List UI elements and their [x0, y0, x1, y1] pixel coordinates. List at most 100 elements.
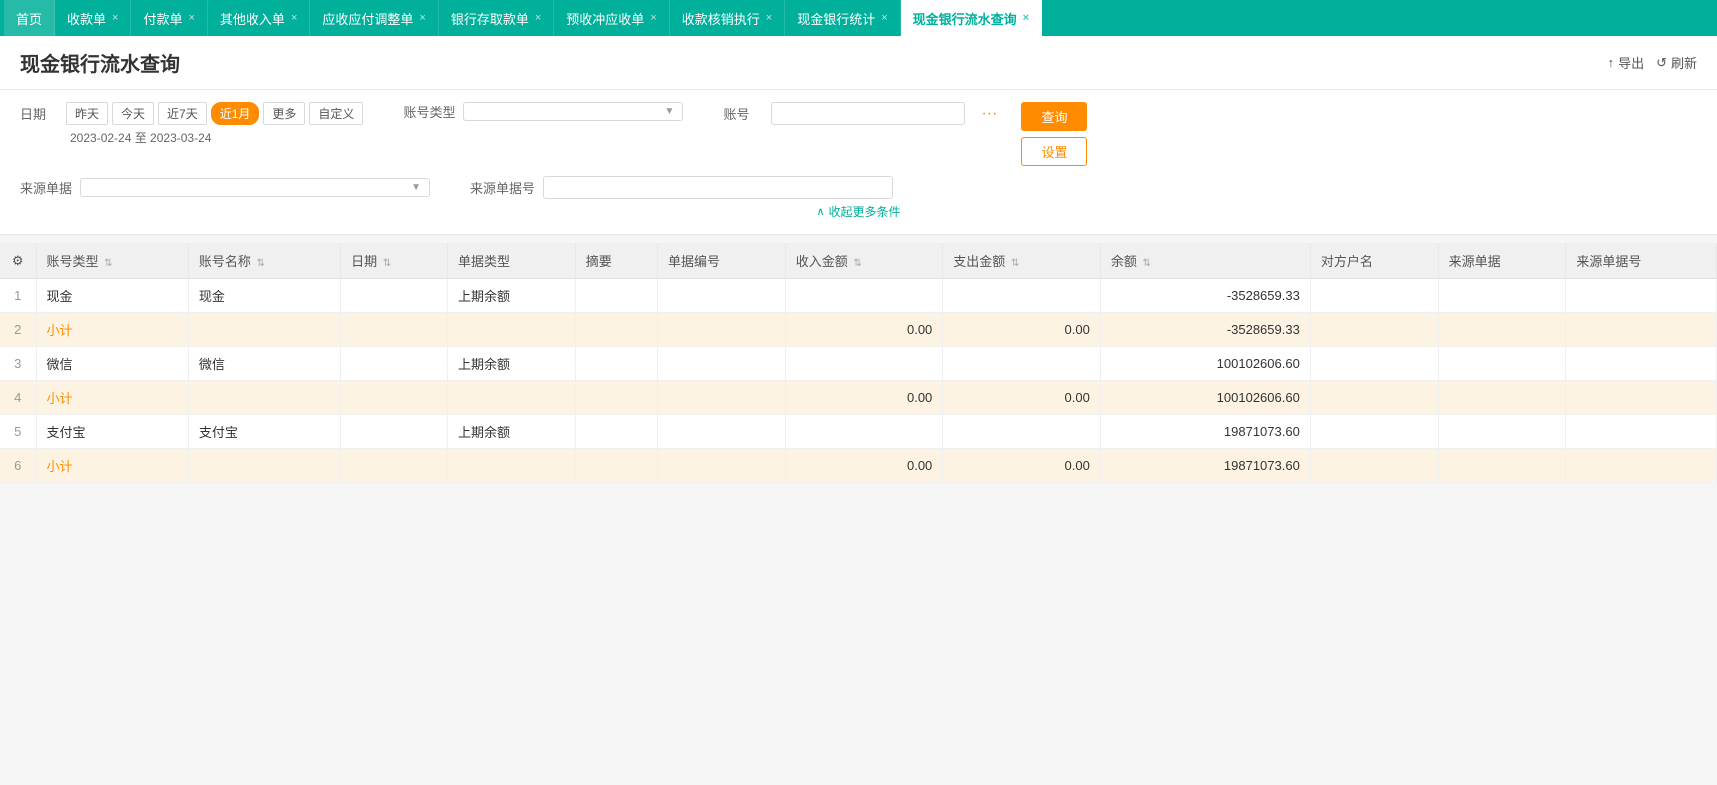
nav-tab-bank-flow[interactable]: 现金银行流水查询 × — [901, 0, 1042, 36]
nav-tab-writeoff-close[interactable]: × — [766, 12, 772, 24]
th-source-doc-no-label: 来源单据号 — [1576, 254, 1641, 269]
nav-tab-receipt[interactable]: 收款单 × — [55, 0, 131, 36]
td-expense — [943, 279, 1101, 313]
th-expense[interactable]: 支出金额 ⇅ — [943, 243, 1101, 279]
td-doc_type: 上期余额 — [447, 415, 575, 449]
nav-tab-writeoff-label: 收款核销执行 — [682, 9, 760, 28]
nav-tab-ar-ap-adjust[interactable]: 应收应付调整单 × — [310, 0, 438, 36]
export-button[interactable]: ↑ 导出 — [1608, 53, 1645, 72]
nav-tab-prepay[interactable]: 预收冲应收单 × — [554, 0, 669, 36]
td-doc_no — [658, 381, 786, 415]
account-type-label: 账号类型 — [403, 102, 455, 121]
table-row: 5支付宝支付宝上期余额19871073.60 — [0, 415, 1717, 449]
td-account_name — [188, 449, 340, 483]
account-dots-button[interactable]: ··· — [981, 105, 997, 123]
td-num: 5 — [0, 415, 36, 449]
td-doc_type — [447, 381, 575, 415]
query-button[interactable]: 查询 — [1021, 102, 1087, 131]
nav-tab-bank-deposit-close[interactable]: × — [535, 12, 541, 24]
nav-tab-bank-stat-close[interactable]: × — [881, 12, 887, 24]
th-income[interactable]: 收入金额 ⇅ — [785, 243, 943, 279]
td-doc_no — [658, 449, 786, 483]
nav-tab-bank-flow-label: 现金银行流水查询 — [913, 9, 1017, 28]
td-summary — [575, 347, 657, 381]
td-counterpart — [1310, 279, 1438, 313]
td-summary — [575, 415, 657, 449]
td-doc_type: 上期余额 — [447, 347, 575, 381]
nav-tab-payment-label: 付款单 — [143, 9, 182, 28]
nav-tab-bank-flow-close[interactable]: × — [1023, 12, 1029, 24]
td-balance: 19871073.60 — [1100, 415, 1310, 449]
th-counterpart-label: 对方户名 — [1321, 254, 1373, 269]
nav-tab-payment-close[interactable]: × — [188, 12, 194, 24]
td-doc_no — [658, 415, 786, 449]
nav-tab-other-income[interactable]: 其他收入单 × — [208, 0, 310, 36]
page-title: 现金银行流水查询 — [20, 48, 180, 77]
date-filter-label: 日期 — [20, 104, 60, 123]
th-gear[interactable]: ⚙ — [0, 243, 36, 279]
source-doc-select[interactable]: ▼ — [80, 178, 430, 197]
nav-tab-receipt-close[interactable]: × — [112, 12, 118, 24]
nav-tab-payment[interactable]: 付款单 × — [131, 0, 207, 36]
td-num: 1 — [0, 279, 36, 313]
td-expense — [943, 347, 1101, 381]
nav-tab-bank-stat-label: 现金银行统计 — [797, 9, 875, 28]
td-account_type: 小计 — [36, 449, 188, 483]
nav-tab-bank-deposit[interactable]: 银行存取款单 × — [439, 0, 554, 36]
th-source-doc-label: 来源单据 — [1449, 254, 1501, 269]
td-summary — [575, 279, 657, 313]
td-income: 0.00 — [785, 449, 943, 483]
th-account-name-label: 账号名称 — [199, 254, 251, 269]
td-doc_type: 上期余额 — [447, 279, 575, 313]
nav-tab-home-label: 首页 — [16, 9, 42, 28]
source-doc-num-input[interactable] — [552, 180, 884, 195]
th-balance[interactable]: 余额 ⇅ — [1100, 243, 1310, 279]
td-source_doc — [1438, 449, 1566, 483]
td-source_doc — [1438, 381, 1566, 415]
nav-tab-home[interactable]: 首页 — [4, 0, 55, 36]
td-summary — [575, 449, 657, 483]
data-table: ⚙ 账号类型 ⇅ 账号名称 ⇅ 日期 ⇅ 单据类型 摘要 — [0, 243, 1717, 483]
th-doc-no-label: 单据编号 — [668, 254, 720, 269]
nav-tab-other-income-close[interactable]: × — [291, 12, 297, 24]
table-row: 2小计0.000.00-3528659.33 — [0, 313, 1717, 347]
date-btn-more[interactable]: 更多 — [263, 102, 305, 125]
td-counterpart — [1310, 381, 1438, 415]
th-date[interactable]: 日期 ⇅ — [341, 243, 448, 279]
date-btn-custom[interactable]: 自定义 — [309, 102, 363, 125]
refresh-button[interactable]: ↺ 刷新 — [1656, 53, 1697, 72]
th-account-name[interactable]: 账号名称 ⇅ — [188, 243, 340, 279]
td-account_type: 小计 — [36, 313, 188, 347]
th-account-type-sort: ⇅ — [104, 258, 112, 269]
date-btn-1month[interactable]: 近1月 — [211, 102, 260, 125]
th-doc-no: 单据编号 — [658, 243, 786, 279]
th-income-label: 收入金额 — [796, 254, 848, 269]
td-balance: -3528659.33 — [1100, 313, 1310, 347]
td-num: 3 — [0, 347, 36, 381]
td-source_doc — [1438, 347, 1566, 381]
td-counterpart — [1310, 347, 1438, 381]
table-header-row: ⚙ 账号类型 ⇅ 账号名称 ⇅ 日期 ⇅ 单据类型 摘要 — [0, 243, 1717, 279]
td-source_doc — [1438, 313, 1566, 347]
table-row: 6小计0.000.0019871073.60 — [0, 449, 1717, 483]
account-input[interactable] — [780, 106, 956, 121]
date-btn-today[interactable]: 今天 — [112, 102, 154, 125]
td-expense: 0.00 — [943, 449, 1101, 483]
settings-button[interactable]: 设置 — [1021, 137, 1087, 166]
nav-tab-bank-stat[interactable]: 现金银行统计 × — [785, 0, 900, 36]
date-btn-7days[interactable]: 近7天 — [158, 102, 207, 125]
nav-tab-ar-ap-adjust-close[interactable]: × — [419, 12, 425, 24]
td-summary — [575, 381, 657, 415]
th-summary: 摘要 — [575, 243, 657, 279]
date-btn-yesterday[interactable]: 昨天 — [66, 102, 108, 125]
collapse-bar[interactable]: ∧ 收起更多条件 — [20, 199, 1697, 224]
account-label: 账号 — [723, 104, 763, 123]
account-type-select[interactable]: ▼ — [463, 102, 683, 121]
account-type-dropdown-icon: ▼ — [665, 106, 675, 117]
th-account-type[interactable]: 账号类型 ⇅ — [36, 243, 188, 279]
export-label: 导出 — [1618, 53, 1644, 72]
nav-tab-writeoff[interactable]: 收款核销执行 × — [670, 0, 785, 36]
nav-tab-prepay-close[interactable]: × — [650, 12, 656, 24]
td-doc_no — [658, 347, 786, 381]
td-doc_type — [447, 449, 575, 483]
